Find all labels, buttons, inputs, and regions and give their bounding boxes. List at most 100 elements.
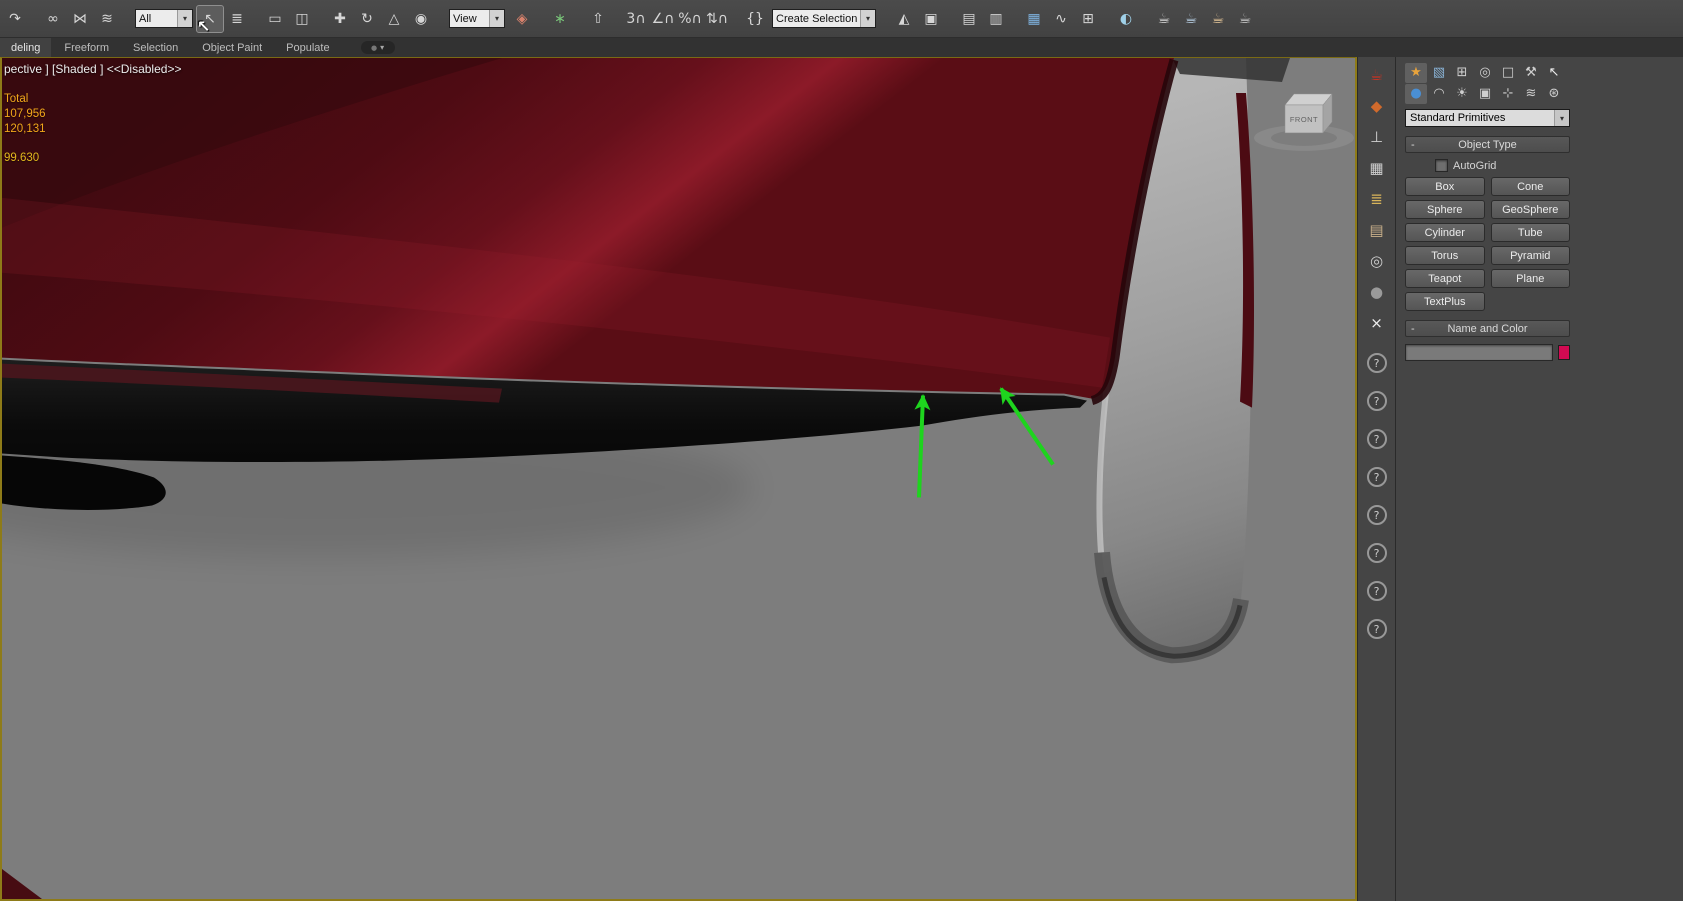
toolbar-separator xyxy=(1010,6,1020,32)
scene-explorer-icon[interactable]: ▤ xyxy=(956,6,982,32)
cylinder-button[interactable]: Cylinder xyxy=(1405,223,1485,242)
selection-filter-dropdown[interactable]: All ▾ xyxy=(135,9,193,28)
cursor-arrow-icon[interactable]: ↖ xyxy=(1543,63,1565,83)
close-icon[interactable]: × xyxy=(1365,311,1389,335)
toolbar-separator xyxy=(574,6,584,32)
stack-icon[interactable]: ≣ xyxy=(1365,187,1389,211)
geometry-category[interactable]: ● xyxy=(1405,83,1427,104)
layer-explorer-icon[interactable]: ▥ xyxy=(983,6,1009,32)
render-setup-icon[interactable]: ☕ xyxy=(1151,6,1177,32)
create-tab[interactable]: ★ xyxy=(1405,62,1427,83)
spinner-snap-icon[interactable]: ⇅∩ xyxy=(704,6,730,32)
teapot-render-icon[interactable]: ☕ xyxy=(1365,63,1389,87)
select-object-button[interactable]: ↖ xyxy=(196,4,224,33)
textplus-button[interactable]: TextPlus xyxy=(1405,292,1485,311)
toolbar-separator xyxy=(29,6,39,32)
toolbar-separator xyxy=(121,6,131,32)
sphere-icon[interactable]: ● xyxy=(1365,280,1389,304)
utilities-tab[interactable]: ⚒ xyxy=(1520,63,1542,83)
cone-button[interactable]: Cone xyxy=(1490,177,1570,196)
help-icon[interactable]: ? xyxy=(1366,391,1387,411)
book-icon[interactable]: ▤ xyxy=(1365,218,1389,242)
select-and-link-icon[interactable]: ∞ xyxy=(40,6,66,32)
ribbon-minimize-button[interactable]: ● ▾ xyxy=(360,41,395,54)
teapot-button[interactable]: Teapot xyxy=(1405,269,1485,288)
window-crossing-icon[interactable]: ◫ xyxy=(289,6,315,32)
help-icon[interactable]: ? xyxy=(1366,543,1387,563)
bind-to-space-warp-icon[interactable]: ≋ xyxy=(94,6,120,32)
striped-sphere-icon[interactable]: ◎ xyxy=(1365,249,1389,273)
reference-coordinate-dropdown[interactable]: View ▾ xyxy=(449,9,505,28)
select-and-place-icon[interactable]: ◉ xyxy=(408,6,434,32)
dropdown-arrow-icon[interactable]: ▾ xyxy=(489,10,504,27)
torus-button[interactable]: Torus xyxy=(1405,246,1485,265)
render-flyout-icon[interactable]: ☕ xyxy=(1232,6,1258,32)
plane-button[interactable]: Plane xyxy=(1490,269,1570,288)
help-icon[interactable]: ? xyxy=(1366,619,1387,639)
helpers-category[interactable]: ⊹ xyxy=(1497,84,1519,104)
select-and-manipulate-icon[interactable]: ∗ xyxy=(547,6,573,32)
help-icon[interactable]: ? xyxy=(1366,467,1387,487)
named-selection-sets-icon[interactable]: {} xyxy=(742,6,768,32)
help-icon[interactable]: ? xyxy=(1366,581,1387,601)
motion-tab[interactable]: ◎ xyxy=(1474,63,1496,83)
help-icon[interactable]: ? xyxy=(1366,429,1387,449)
ribbon-tab-deling[interactable]: deling xyxy=(0,38,52,57)
select-and-move-icon[interactable]: ✚ xyxy=(327,6,353,32)
snap-toggle-3d-icon[interactable]: 3∩ xyxy=(623,6,649,32)
object-type-rollout-header[interactable]: - Object Type xyxy=(1405,136,1570,153)
lights-category[interactable]: ☀ xyxy=(1451,84,1473,104)
tube-button[interactable]: Tube xyxy=(1490,223,1570,242)
render-production-icon[interactable]: ☕ xyxy=(1205,6,1231,32)
rendered-frame-icon[interactable]: ☕ xyxy=(1178,6,1204,32)
align-icon[interactable]: ▣ xyxy=(918,6,944,32)
ribbon-tab-selection[interactable]: Selection xyxy=(122,38,189,57)
ribbon-toggle-icon[interactable]: ▦ xyxy=(1021,6,1047,32)
help-icon[interactable]: ? xyxy=(1366,353,1387,373)
sphere-button[interactable]: Sphere xyxy=(1405,200,1485,219)
car-body[interactable] xyxy=(2,58,1174,399)
geosphere-button[interactable]: GeoSphere xyxy=(1490,200,1570,219)
curve-editor-icon[interactable]: ∿ xyxy=(1048,6,1074,32)
space-warps-category[interactable]: ≋ xyxy=(1520,84,1542,104)
schematic-view-icon[interactable]: ⊞ xyxy=(1075,6,1101,32)
object-name-input[interactable] xyxy=(1405,344,1553,361)
plumb-tool-icon[interactable]: ⊥ xyxy=(1365,125,1389,149)
mirror-icon[interactable]: ◭ xyxy=(891,6,917,32)
modify-tab[interactable]: ▧ xyxy=(1428,63,1450,83)
primitives-dropdown[interactable]: Standard Primitives ▾ xyxy=(1405,109,1570,127)
autogrid-checkbox[interactable] xyxy=(1435,159,1448,172)
viewport[interactable]: pective ] [Shaded ] <<Disabled>> Total 1… xyxy=(0,57,1357,901)
ribbon-tab-freeform[interactable]: Freeform xyxy=(53,38,120,57)
dropdown-arrow-icon[interactable]: ▾ xyxy=(177,10,192,27)
shapes-category[interactable]: ◠ xyxy=(1428,84,1450,104)
percent-snap-icon[interactable]: %∩ xyxy=(677,6,703,32)
use-center-icon[interactable]: ◈ xyxy=(509,6,535,32)
unlink-selection-icon[interactable]: ⋈ xyxy=(67,6,93,32)
material-editor-icon[interactable]: ◐ xyxy=(1113,6,1139,32)
select-and-scale-icon[interactable]: △ xyxy=(381,6,407,32)
dropdown-arrow-icon[interactable]: ▾ xyxy=(1554,110,1569,126)
dropdown-arrow-icon[interactable]: ▾ xyxy=(860,10,875,27)
help-icon[interactable]: ? xyxy=(1366,505,1387,525)
checker-map-icon[interactable]: ▦ xyxy=(1365,156,1389,180)
box-button[interactable]: Box xyxy=(1405,177,1485,196)
ribbon-tab-populate[interactable]: Populate xyxy=(275,38,340,57)
display-tab[interactable]: □ xyxy=(1497,63,1519,83)
keyboard-override-icon[interactable]: ⇧ xyxy=(585,6,611,32)
selection-set-dropdown[interactable]: Create Selection Se▾ xyxy=(772,9,876,28)
object-color-swatch[interactable] xyxy=(1558,345,1570,360)
angle-snap-icon[interactable]: ∠∩ xyxy=(650,6,676,32)
rectangular-selection-icon[interactable]: ▭ xyxy=(262,6,288,32)
select-and-rotate-icon[interactable]: ↻ xyxy=(354,6,380,32)
name-color-rollout-header[interactable]: - Name and Color xyxy=(1405,320,1570,337)
hierarchy-tab[interactable]: ⊞ xyxy=(1451,63,1473,83)
viewport-label[interactable]: pective ] [Shaded ] <<Disabled>> xyxy=(4,62,181,76)
pyramid-button[interactable]: Pyramid xyxy=(1490,246,1570,265)
redo-icon[interactable]: ↷ xyxy=(2,6,28,32)
systems-category[interactable]: ⊛ xyxy=(1543,84,1565,104)
paint-tool-icon[interactable]: ◆ xyxy=(1365,94,1389,118)
cameras-category[interactable]: ▣ xyxy=(1474,84,1496,104)
select-by-name-icon[interactable]: ≣ xyxy=(224,6,250,32)
ribbon-tab-object-paint[interactable]: Object Paint xyxy=(191,38,273,57)
